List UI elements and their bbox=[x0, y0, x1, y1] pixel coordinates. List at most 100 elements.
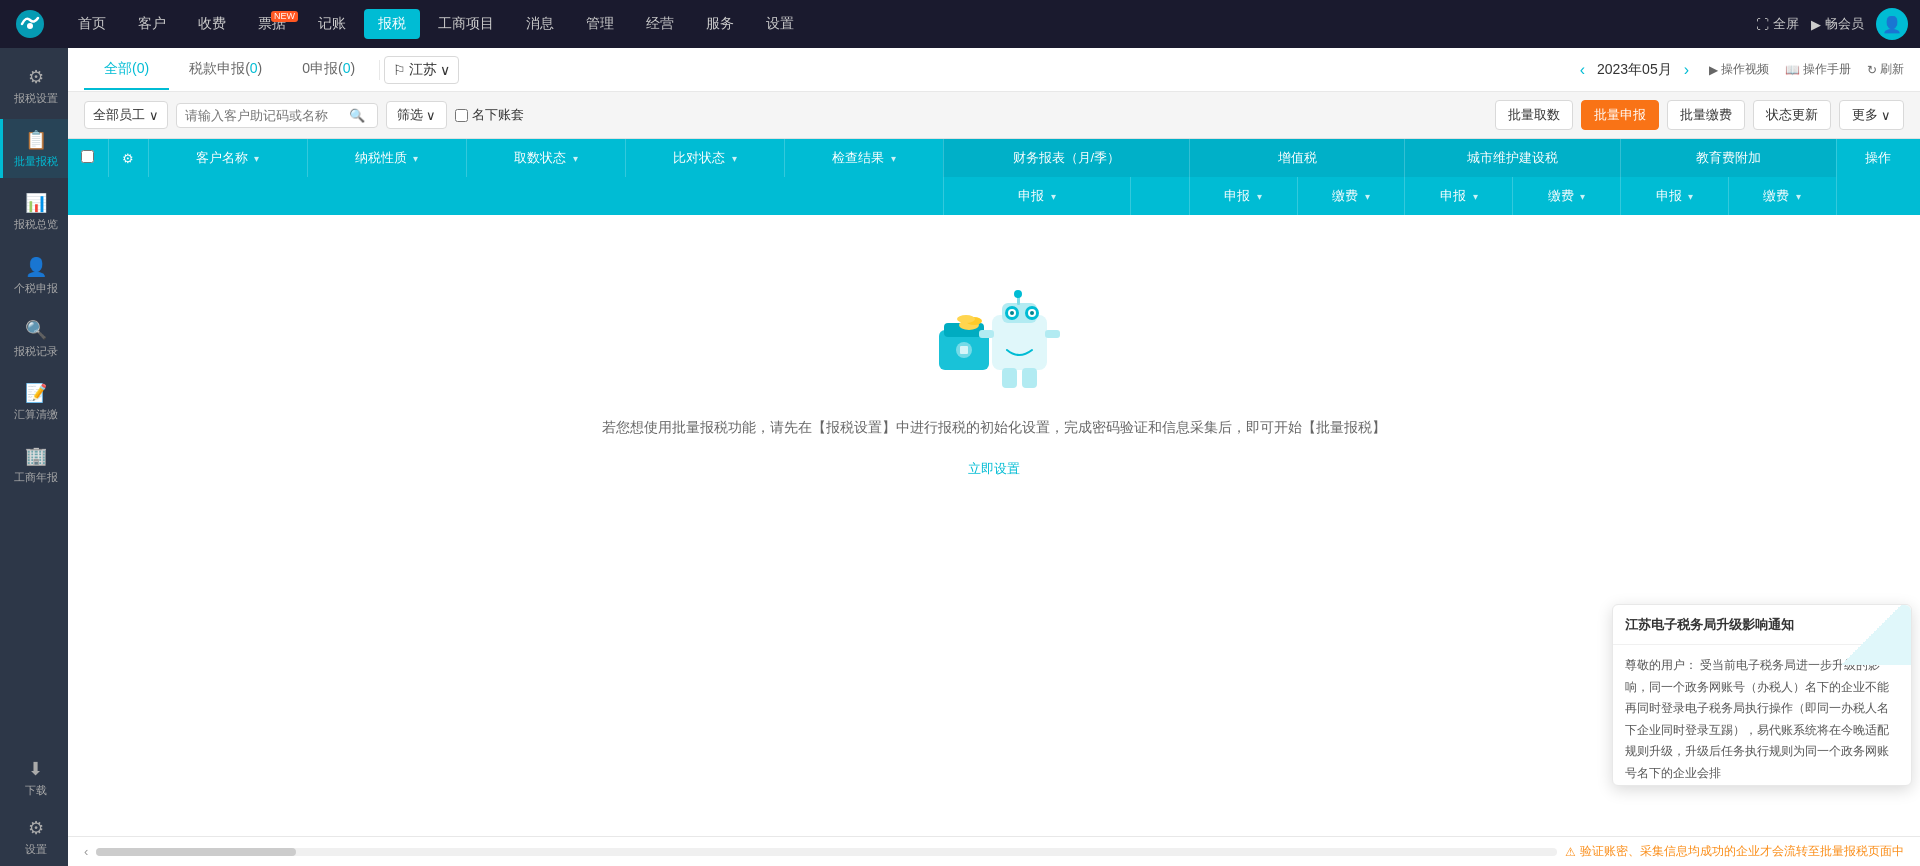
th-financial-report: 财务报表（月/季） bbox=[943, 139, 1189, 177]
sidebar-label: 汇算清缴 bbox=[14, 408, 58, 421]
sub-tab-0申报[interactable]: 0申报(0) bbox=[282, 50, 375, 90]
sidebar-label: 报税设置 bbox=[14, 92, 58, 105]
filter-button[interactable]: 筛选 ∨ bbox=[386, 101, 447, 129]
nav-item-工商项目[interactable]: 工商项目 bbox=[424, 9, 508, 39]
batch-fetch-button[interactable]: 批量取数 bbox=[1495, 100, 1573, 130]
status-update-button[interactable]: 状态更新 bbox=[1753, 100, 1831, 130]
th-vat-pay: 缴费 ▾ bbox=[1297, 177, 1405, 215]
nav-item-收费[interactable]: 收费 bbox=[184, 9, 240, 39]
sub-tab-税款申报[interactable]: 税款申报(0) bbox=[169, 50, 282, 90]
sidebar-icon: 📋 bbox=[25, 129, 47, 151]
sidebar-bottom-item-设置[interactable]: ⚙ 设置 bbox=[16, 807, 53, 866]
sidebar-bottom-item-下载[interactable]: ⬇ 下载 bbox=[16, 748, 53, 807]
th-urban-declare: 申报 ▾ bbox=[1405, 177, 1513, 215]
search-input[interactable] bbox=[185, 108, 345, 123]
sidebar-item-工商年报[interactable]: 🏢工商年报 bbox=[0, 435, 68, 494]
video-action[interactable]: ▶操作视频 bbox=[1709, 61, 1769, 78]
tab-right-actions: ▶操作视频 📖操作手册 ↻刷新 bbox=[1709, 61, 1904, 78]
sidebar-bottom-icon: ⚙ bbox=[28, 817, 44, 839]
th-customer-name: 客户名称 ▾ bbox=[148, 139, 307, 177]
nav-item-经营[interactable]: 经营 bbox=[632, 9, 688, 39]
next-date-button[interactable]: › bbox=[1680, 57, 1693, 83]
region-selector[interactable]: ⚐ 江苏 ∨ bbox=[384, 56, 459, 84]
table-header-row-2: 申报 ▾ 申报 ▾ 缴费 ▾ 申报 ▾ 缴费 ▾ 申报 ▾ 缴费 ▾ bbox=[68, 177, 1920, 215]
nav-item-报税[interactable]: 报税 bbox=[364, 9, 420, 39]
sidebar-icon: 🔍 bbox=[25, 319, 47, 341]
th-finance-sub2 bbox=[1131, 177, 1189, 215]
select-all-checkbox[interactable] bbox=[81, 150, 94, 163]
nav-item-消息[interactable]: 消息 bbox=[512, 9, 568, 39]
notif-header: 江苏电子税务局升级影响通知 ✕ bbox=[1613, 605, 1911, 645]
th-fetch-status: 取数状态 ▾ bbox=[466, 139, 625, 177]
th-tax-nature: 纳税性质 ▾ bbox=[307, 139, 466, 177]
member-button[interactable]: ▶畅会员 bbox=[1811, 15, 1864, 33]
th-gear: ⚙ bbox=[108, 139, 148, 177]
nav-item-管理[interactable]: 管理 bbox=[572, 9, 628, 39]
th-check-result: 检查结果 ▾ bbox=[784, 139, 943, 177]
sidebar: ⚙ 报税设置 📋批量报税📊报税总览 👤 个税申报 🔍报税记录 📝 汇算清缴 🏢工商年报 ⬇ 下载 ⚙ 设… bbox=[0, 48, 68, 866]
th-education-fee: 教育费附加 bbox=[1621, 139, 1837, 177]
app-logo[interactable] bbox=[12, 6, 48, 42]
nav-right: ⛶全屏 ▶畅会员 👤 bbox=[1756, 8, 1908, 40]
horizontal-scrollbar[interactable] bbox=[96, 848, 1557, 856]
sidebar-bottom-label: 下载 bbox=[25, 784, 47, 797]
nav-item-客户[interactable]: 客户 bbox=[124, 9, 180, 39]
manual-action[interactable]: 📖操作手册 bbox=[1785, 61, 1851, 78]
sidebar-item-报税设置[interactable]: ⚙ 报税设置 bbox=[0, 56, 68, 115]
sidebar-label: 个税申报 bbox=[14, 282, 58, 295]
account-checkbox[interactable] bbox=[455, 109, 468, 122]
search-box: 🔍 bbox=[176, 103, 378, 128]
sidebar-bottom-label: 设置 bbox=[25, 843, 47, 856]
scroll-thumb bbox=[96, 848, 296, 856]
sidebar-bottom-icon: ⬇ bbox=[28, 758, 43, 780]
employee-filter[interactable]: 全部员工 ∨ bbox=[84, 101, 168, 129]
checkbox-label[interactable]: 名下账套 bbox=[455, 106, 524, 124]
sidebar-item-个税申报[interactable]: 👤 个税申报 bbox=[0, 246, 68, 305]
sidebar-item-报税总览[interactable]: 📊报税总览 bbox=[0, 182, 68, 241]
svg-rect-20 bbox=[1045, 330, 1060, 338]
nav-item-设置[interactable]: 设置 bbox=[752, 9, 808, 39]
user-avatar[interactable]: 👤 bbox=[1876, 8, 1908, 40]
refresh-action[interactable]: ↻刷新 bbox=[1867, 61, 1904, 78]
th-compare-status: 比对状态 ▾ bbox=[625, 139, 784, 177]
nav-items: 首页客户收费票据NEW记账报税工商项目消息管理经营服务设置 bbox=[64, 9, 1756, 39]
nav-item-首页[interactable]: 首页 bbox=[64, 9, 120, 39]
filter-label: 筛选 bbox=[397, 106, 423, 124]
nav-item-服务[interactable]: 服务 bbox=[692, 9, 748, 39]
fullscreen-button[interactable]: ⛶全屏 bbox=[1756, 15, 1799, 33]
sidebar-item-报税记录[interactable]: 🔍报税记录 bbox=[0, 309, 68, 368]
th-edu-pay: 缴费 ▾ bbox=[1728, 177, 1836, 215]
video-label: 操作视频 bbox=[1721, 61, 1769, 78]
refresh-label: 刷新 bbox=[1880, 61, 1904, 78]
more-arrow-icon: ∨ bbox=[1881, 108, 1891, 123]
sidebar-item-批量报税[interactable]: 📋批量报税 bbox=[0, 119, 68, 178]
svg-rect-9 bbox=[992, 315, 1047, 370]
bottom-bar: ‹ ⚠ 验证账密、采集信息均成功的企业才会流转至批量报税页面中 bbox=[68, 836, 1920, 866]
toolbar: 全部员工 ∨ 🔍 筛选 ∨ 名下账套 批量取数 批量申报 批量缴费 状态更新 更… bbox=[68, 92, 1920, 139]
sub-tabs-bar: 全部(0)税款申报(0)0申报(0) ⚐ 江苏 ∨ ‹ 2023年05月 › ▶… bbox=[68, 48, 1920, 92]
prev-date-button[interactable]: ‹ bbox=[1576, 57, 1589, 83]
sidebar-label: 报税总览 bbox=[14, 218, 58, 231]
th-urban-tax: 城市维护建设税 bbox=[1405, 139, 1621, 177]
sidebar-icon: 🏢 bbox=[25, 445, 47, 467]
th-vat: 增值税 bbox=[1189, 139, 1405, 177]
batch-declare-button[interactable]: 批量申报 bbox=[1581, 100, 1659, 130]
notif-close-button[interactable]: ✕ bbox=[1886, 615, 1899, 634]
sub-tab-全部[interactable]: 全部(0) bbox=[84, 50, 169, 90]
th-vat-declare: 申报 ▾ bbox=[1189, 177, 1297, 215]
setup-link[interactable]: 立即设置 bbox=[968, 460, 1020, 478]
sidebar-icon: 👤 bbox=[25, 256, 47, 278]
more-button[interactable]: 更多 ∨ bbox=[1839, 100, 1904, 130]
sidebar-icon: ⚙ bbox=[28, 66, 44, 88]
checkbox-text: 名下账套 bbox=[472, 106, 524, 124]
search-button[interactable]: 🔍 bbox=[345, 108, 369, 123]
nav-item-票据[interactable]: 票据NEW bbox=[244, 9, 300, 39]
sidebar-item-汇算清缴[interactable]: 📝 汇算清缴 bbox=[0, 372, 68, 431]
nav-item-记账[interactable]: 记账 bbox=[304, 9, 360, 39]
sidebar-icon: 📝 bbox=[25, 382, 47, 404]
svg-rect-19 bbox=[979, 330, 994, 338]
batch-pay-button[interactable]: 批量缴费 bbox=[1667, 100, 1745, 130]
svg-rect-21 bbox=[1002, 368, 1017, 388]
scroll-left-arrow[interactable]: ‹ bbox=[84, 844, 88, 859]
table-header-row-1: ⚙ 客户名称 ▾ 纳税性质 ▾ 取数状态 ▾ 比对状态 ▾ bbox=[68, 139, 1920, 177]
